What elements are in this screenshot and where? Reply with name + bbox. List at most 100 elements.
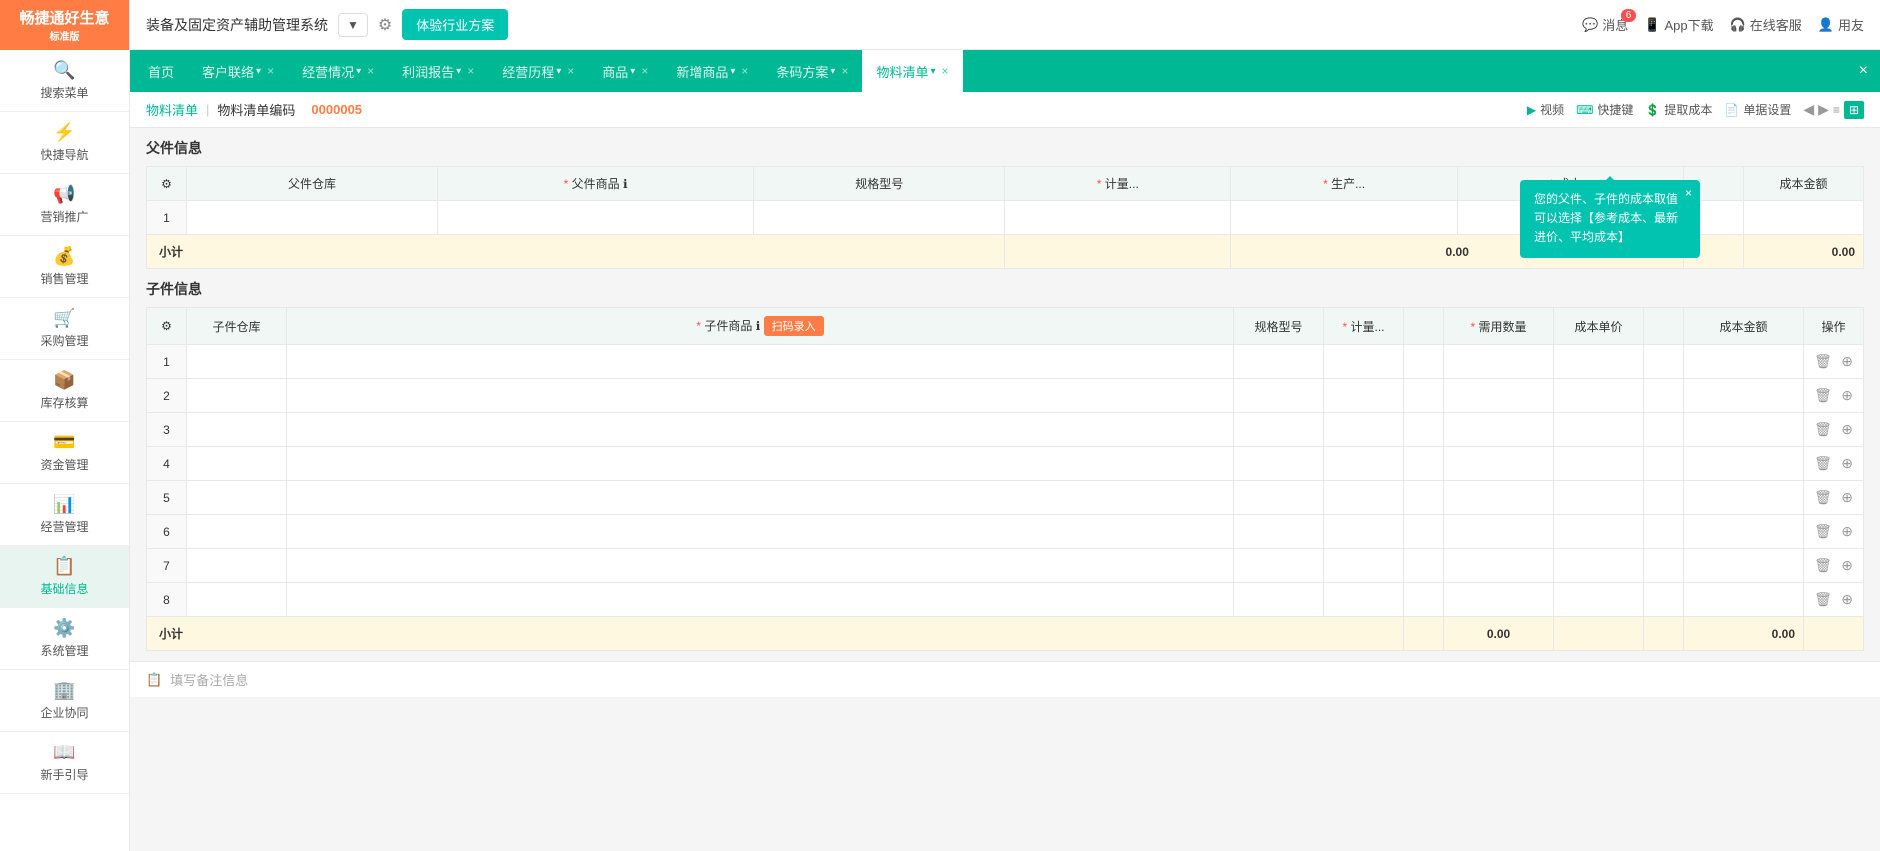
child-cost-unit-cell[interactable]: [1554, 549, 1644, 583]
child-cost-amount-cell[interactable]: [1684, 515, 1804, 549]
child-needed-qty-cell[interactable]: [1444, 549, 1554, 583]
sidebar-item-operations[interactable]: 📊 经营管理: [0, 484, 129, 546]
child-cost-amount-cell[interactable]: [1684, 379, 1804, 413]
child-product-cell[interactable]: [287, 413, 1234, 447]
child-cost-unit-cell[interactable]: [1554, 379, 1644, 413]
child-product-cell[interactable]: [287, 515, 1234, 549]
child-warehouse-cell[interactable]: [187, 379, 287, 413]
child-cost-unit-cell[interactable]: [1554, 515, 1644, 549]
delete-icon[interactable]: 🗑: [1814, 421, 1832, 437]
delete-icon[interactable]: 🗑: [1814, 353, 1832, 369]
child-product-cell[interactable]: [287, 447, 1234, 481]
child-spec-cell[interactable]: [1234, 447, 1324, 481]
copy-icon[interactable]: ⊕: [1841, 523, 1853, 539]
child-unit-cell[interactable]: [1324, 447, 1404, 481]
child-warehouse-cell[interactable]: [187, 345, 287, 379]
child-needed-qty-cell[interactable]: [1444, 447, 1554, 481]
child-spec-cell[interactable]: [1234, 549, 1324, 583]
delete-icon[interactable]: 🗑: [1814, 591, 1832, 607]
copy-icon[interactable]: ⊕: [1841, 421, 1853, 437]
close-icon[interactable]: ×: [467, 64, 474, 78]
copy-icon[interactable]: ⊕: [1841, 489, 1853, 505]
sidebar-item-sales[interactable]: 💰 销售管理: [0, 236, 129, 298]
child-warehouse-cell[interactable]: [187, 549, 287, 583]
tab-barcode[interactable]: 条码方案 ▾ ×: [762, 50, 862, 92]
cost-btn[interactable]: 💲 提取成本: [1645, 101, 1712, 118]
single-settings-btn[interactable]: 📄 单据设置: [1724, 101, 1791, 118]
parent-unit-cell[interactable]: [1005, 201, 1231, 235]
delete-icon[interactable]: 🗑: [1814, 387, 1832, 403]
child-warehouse-cell[interactable]: [187, 515, 287, 549]
child-warehouse-cell[interactable]: [187, 583, 287, 617]
delete-icon[interactable]: 🗑: [1814, 455, 1832, 471]
gear-icon[interactable]: ⚙: [378, 15, 392, 35]
close-icon[interactable]: ×: [942, 64, 949, 78]
delete-icon[interactable]: 🗑: [1814, 523, 1832, 539]
child-spec-cell[interactable]: [1234, 481, 1324, 515]
tab-products[interactable]: 商品 ▾ ×: [588, 50, 662, 92]
parent-warehouse-cell[interactable]: [187, 201, 438, 235]
child-cost-amount-cell[interactable]: [1684, 549, 1804, 583]
close-icon[interactable]: ×: [841, 64, 848, 78]
tab-ops-history[interactable]: 经营历程 ▾ ×: [488, 50, 588, 92]
delete-icon[interactable]: 🗑: [1814, 557, 1832, 573]
child-cost-amount-cell[interactable]: [1684, 481, 1804, 515]
child-cost-unit-cell[interactable]: [1554, 413, 1644, 447]
child-product-cell[interactable]: [287, 549, 1234, 583]
child-spec-cell[interactable]: [1234, 345, 1324, 379]
child-needed-qty-cell[interactable]: [1444, 379, 1554, 413]
next-btn[interactable]: ▶: [1818, 101, 1829, 118]
copy-icon[interactable]: ⊕: [1841, 591, 1853, 607]
tab-profit-report[interactable]: 利润报告 ▾ ×: [388, 50, 488, 92]
parent-spec-cell[interactable]: [754, 201, 1005, 235]
child-cost-amount-cell[interactable]: [1684, 447, 1804, 481]
child-needed-qty-cell[interactable]: [1444, 583, 1554, 617]
close-icon[interactable]: ×: [741, 64, 748, 78]
experience-btn[interactable]: 体验行业方案: [402, 9, 508, 40]
parent-cost-amount-cell[interactable]: [1744, 201, 1864, 235]
delete-icon[interactable]: 🗑: [1814, 489, 1832, 505]
child-cost-amount-cell[interactable]: [1684, 345, 1804, 379]
child-needed-qty-cell[interactable]: [1444, 413, 1554, 447]
view-mode-btn[interactable]: ≡: [1833, 103, 1840, 117]
copy-icon[interactable]: ⊕: [1841, 353, 1853, 369]
tab-customer[interactable]: 客户联络 ▾ ×: [188, 50, 288, 92]
parent-col-settings[interactable]: ⚙: [147, 167, 187, 201]
child-unit-cell[interactable]: [1324, 515, 1404, 549]
child-product-cell[interactable]: [287, 481, 1234, 515]
child-unit-cell[interactable]: [1324, 413, 1404, 447]
child-needed-qty-cell[interactable]: [1444, 345, 1554, 379]
close-icon[interactable]: ×: [567, 64, 574, 78]
tab-new-products[interactable]: 新增商品 ▾ ×: [662, 50, 762, 92]
child-col-settings[interactable]: ⚙: [147, 308, 187, 345]
child-spec-cell[interactable]: [1234, 515, 1324, 549]
child-product-cell[interactable]: [287, 345, 1234, 379]
child-unit-cell[interactable]: [1324, 481, 1404, 515]
sidebar-item-quick-nav[interactable]: ⚡ 快捷导航: [0, 112, 129, 174]
child-spec-cell[interactable]: [1234, 413, 1324, 447]
child-cost-unit-cell[interactable]: [1554, 583, 1644, 617]
child-warehouse-cell[interactable]: [187, 481, 287, 515]
user-menu-btn[interactable]: 👤 用友: [1818, 15, 1864, 34]
sidebar-item-guide[interactable]: 📖 新手引导: [0, 732, 129, 794]
child-cost-unit-cell[interactable]: [1554, 345, 1644, 379]
app-download-btn[interactable]: 📱 App下载: [1644, 15, 1713, 34]
tab-home[interactable]: 首页: [134, 50, 188, 92]
child-spec-cell[interactable]: [1234, 583, 1324, 617]
child-product-cell[interactable]: [287, 583, 1234, 617]
tab-ops-status[interactable]: 经营情况 ▾ ×: [288, 50, 388, 92]
child-warehouse-cell[interactable]: [187, 447, 287, 481]
sidebar-item-system[interactable]: ⚙️ 系统管理: [0, 608, 129, 670]
child-needed-qty-cell[interactable]: [1444, 481, 1554, 515]
child-needed-qty-cell[interactable]: [1444, 515, 1554, 549]
breadcrumb-parent[interactable]: 物料清单: [146, 100, 198, 119]
child-cost-unit-cell[interactable]: [1554, 447, 1644, 481]
child-cost-unit-cell[interactable]: [1554, 481, 1644, 515]
child-product-cell[interactable]: [287, 379, 1234, 413]
sidebar-item-purchase[interactable]: 🛒 采购管理: [0, 298, 129, 360]
close-icon[interactable]: ×: [641, 64, 648, 78]
child-warehouse-cell[interactable]: [187, 413, 287, 447]
note-label[interactable]: 填写备注信息: [170, 670, 248, 689]
child-unit-cell[interactable]: [1324, 583, 1404, 617]
close-all-tabs-btn[interactable]: ×: [1851, 62, 1876, 80]
